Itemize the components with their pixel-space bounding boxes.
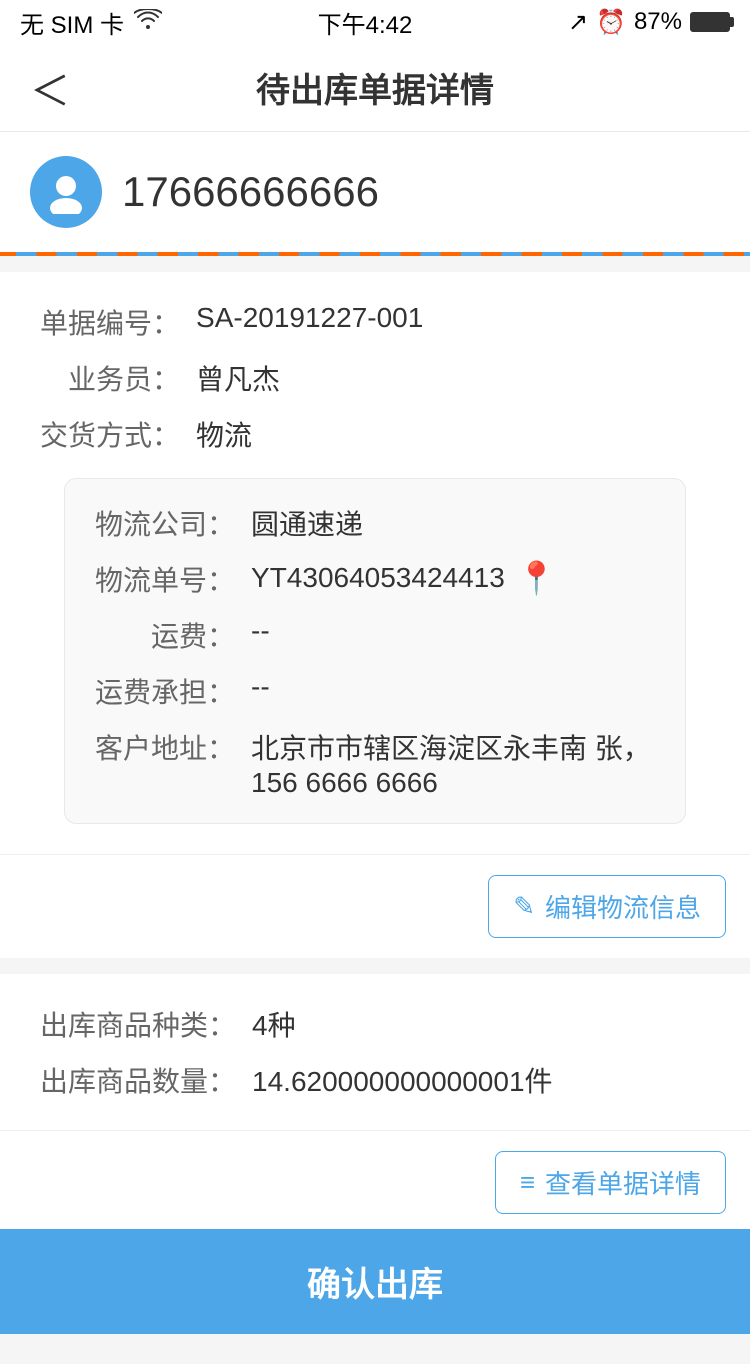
- delivery-label: 交货方式：: [40, 414, 180, 454]
- salesman-label: 业务员：: [40, 358, 180, 398]
- edit-icon: ✎: [513, 891, 535, 922]
- address-value: 北京市市辖区海淀区永丰南 张，156 6666 6666: [251, 727, 655, 799]
- goods-quantity-label: 出库商品数量：: [40, 1060, 236, 1100]
- logistics-card: 物流公司： 圆通速递 物流单号： YT43064053424413 📍 运费： …: [64, 478, 686, 824]
- freight-value: --: [251, 615, 655, 647]
- logistics-company-row: 物流公司： 圆通速递: [95, 503, 655, 543]
- goods-type-row: 出库商品种类： 4种: [40, 1004, 710, 1044]
- address-label: 客户地址：: [95, 727, 235, 767]
- section-divider: [0, 958, 750, 974]
- goods-section: 出库商品种类： 4种 出库商品数量： 14.620000000000001件: [0, 974, 750, 1130]
- logistics-tracking-label: 物流单号：: [95, 559, 235, 599]
- status-right: ↗ ⏰ 87%: [568, 8, 730, 37]
- location-status-icon: ↗: [568, 8, 588, 37]
- carrier-text: 无 SIM 卡: [20, 5, 124, 40]
- goods-quantity-row: 出库商品数量： 14.620000000000001件: [40, 1060, 710, 1100]
- view-details-button[interactable]: ≡ 查看单据详情: [495, 1151, 726, 1214]
- goods-type-value: 4种: [252, 1004, 296, 1044]
- view-details-icon: ≡: [520, 1167, 535, 1198]
- confirm-button-label: 确认出库: [307, 1266, 443, 1304]
- page-title: 待出库单据详情: [256, 63, 494, 112]
- delivery-row: 交货方式： 物流: [40, 414, 710, 454]
- time-display: 下午4:42: [318, 5, 413, 40]
- view-details-label: 查看单据详情: [545, 1164, 701, 1201]
- salesman-value: 曾凡杰: [196, 358, 710, 398]
- freight-bearer-value: --: [251, 671, 655, 703]
- person-icon: [44, 170, 88, 214]
- view-details-row: ≡ 查看单据详情: [0, 1130, 750, 1234]
- edit-logistics-row: ✎ 编辑物流信息: [0, 854, 750, 958]
- salesman-row: 业务员： 曾凡杰: [40, 358, 710, 398]
- nav-bar: ＜ 待出库单据详情: [0, 44, 750, 132]
- logistics-company-value: 圆通速递: [251, 503, 655, 543]
- tracking-location-icon[interactable]: 📍: [517, 559, 557, 597]
- status-left: 无 SIM 卡: [20, 5, 162, 40]
- logistics-tracking-row: 物流单号： YT43064053424413 📍: [95, 559, 655, 599]
- order-number-row: 单据编号： SA-20191227-001: [40, 302, 710, 342]
- alarm-icon: ⏰: [596, 8, 626, 37]
- freight-bearer-row: 运费承担： --: [95, 671, 655, 711]
- logistics-company-label: 物流公司：: [95, 503, 235, 543]
- order-number-value: SA-20191227-001: [196, 302, 710, 334]
- order-info-section: 单据编号： SA-20191227-001 业务员： 曾凡杰 交货方式： 物流 …: [0, 272, 750, 854]
- battery-icon: [690, 12, 730, 32]
- goods-quantity-value: 14.620000000000001件: [252, 1060, 553, 1100]
- address-row: 客户地址： 北京市市辖区海淀区永丰南 张，156 6666 6666: [95, 727, 655, 799]
- customer-phone: 17666666666: [122, 168, 379, 216]
- logistics-tracking-value: YT43064053424413 📍: [251, 559, 655, 597]
- back-button[interactable]: ＜: [20, 49, 80, 127]
- edit-logistics-button[interactable]: ✎ 编辑物流信息: [488, 875, 726, 938]
- order-number-label: 单据编号：: [40, 302, 180, 342]
- status-bar: 无 SIM 卡 下午4:42 ↗ ⏰ 87%: [0, 0, 750, 44]
- battery-percent: 87%: [634, 8, 682, 36]
- goods-type-label: 出库商品种类：: [40, 1004, 236, 1044]
- freight-row: 运费： --: [95, 615, 655, 655]
- freight-label: 运费：: [95, 615, 235, 655]
- wifi-icon: [134, 8, 162, 36]
- avatar: [30, 156, 102, 228]
- confirm-button[interactable]: 确认出库: [0, 1229, 750, 1334]
- freight-bearer-label: 运费承担：: [95, 671, 235, 711]
- edit-logistics-label: 编辑物流信息: [545, 888, 701, 925]
- customer-header: 17666666666: [0, 132, 750, 256]
- delivery-value: 物流: [196, 414, 710, 454]
